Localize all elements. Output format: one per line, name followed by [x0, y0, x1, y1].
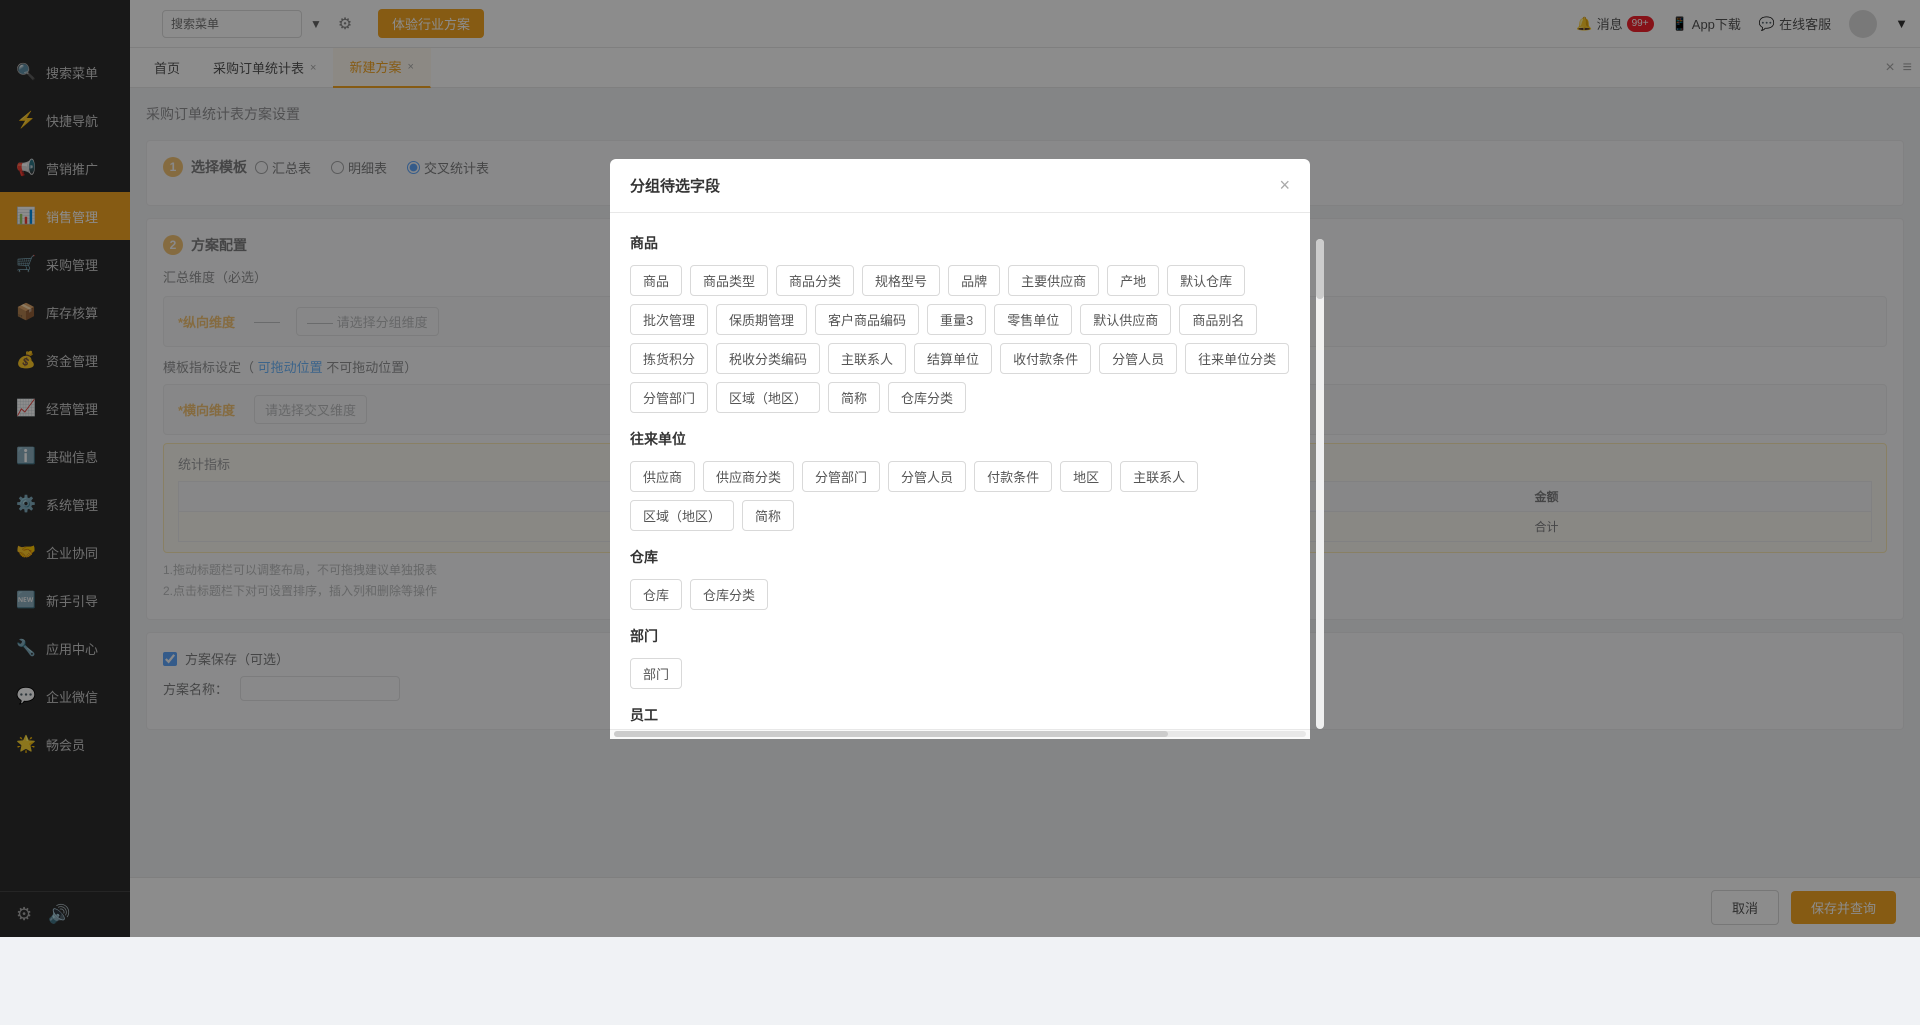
modal-body: 商品 商品 商品类型 商品分类 规格型号 品牌 主要供应商 产地 默认仓库 批次…	[610, 213, 1310, 730]
section-title-partner: 往来单位	[630, 429, 1290, 449]
modal-title: 分组待选字段	[630, 175, 720, 196]
field-grid-dept: 部门	[630, 658, 1290, 689]
field-tag[interactable]: 收付款条件	[1000, 343, 1091, 374]
hscroll-track	[614, 731, 1306, 737]
modal-vscroll-thumb[interactable]	[1316, 239, 1324, 299]
modal-hscroll[interactable]	[610, 729, 1310, 738]
field-tag[interactable]: 区域（地区）	[630, 500, 734, 531]
field-tag[interactable]: 产地	[1107, 265, 1159, 296]
field-tag[interactable]: 分管部门	[630, 382, 708, 413]
section-title-warehouse: 仓库	[630, 547, 1290, 567]
field-tag[interactable]: 默认供应商	[1080, 304, 1171, 335]
field-tag[interactable]: 简称	[742, 500, 794, 531]
field-tag[interactable]: 品牌	[948, 265, 1000, 296]
section-title-dept: 部门	[630, 626, 1290, 646]
field-tag[interactable]: 零售单位	[994, 304, 1072, 335]
field-tag[interactable]: 供应商分类	[703, 461, 794, 492]
section-title-employee: 员工	[630, 705, 1290, 725]
field-tag[interactable]: 分管人员	[1099, 343, 1177, 374]
field-tag[interactable]: 保质期管理	[716, 304, 807, 335]
field-tag[interactable]: 主要供应商	[1008, 265, 1099, 296]
field-tag[interactable]: 默认仓库	[1167, 265, 1245, 296]
modal-dialog: 分组待选字段 × 商品 商品 商品类型 商品分类 规格型号 品牌 主要供应商 产…	[610, 159, 1310, 739]
field-tag[interactable]: 拣货积分	[630, 343, 708, 374]
field-tag[interactable]: 商品分类	[776, 265, 854, 296]
modal-close-button[interactable]: ×	[1279, 175, 1290, 196]
field-tag[interactable]: 主联系人	[828, 343, 906, 374]
field-tag[interactable]: 商品	[630, 265, 682, 296]
field-tag[interactable]: 主联系人	[1120, 461, 1198, 492]
field-grid-partner: 供应商 供应商分类 分管部门 分管人员 付款条件 地区 主联系人 区域（地区） …	[630, 461, 1290, 531]
section-title-goods: 商品	[630, 233, 1290, 253]
field-tag[interactable]: 重量3	[927, 304, 986, 335]
field-tag[interactable]: 客户商品编码	[815, 304, 919, 335]
field-tag[interactable]: 税收分类编码	[716, 343, 820, 374]
field-tag[interactable]: 商品别名	[1179, 304, 1257, 335]
field-grid-warehouse: 仓库 仓库分类	[630, 579, 1290, 610]
field-tag[interactable]: 批次管理	[630, 304, 708, 335]
field-tag[interactable]: 区域（地区）	[716, 382, 820, 413]
field-tag[interactable]: 往来单位分类	[1185, 343, 1289, 374]
field-tag[interactable]: 结算单位	[914, 343, 992, 374]
field-tag[interactable]: 供应商	[630, 461, 695, 492]
field-tag[interactable]: 地区	[1060, 461, 1112, 492]
field-tag[interactable]: 仓库分类	[690, 579, 768, 610]
field-grid-goods: 商品 商品类型 商品分类 规格型号 品牌 主要供应商 产地 默认仓库 批次管理 …	[630, 265, 1290, 413]
modal-header: 分组待选字段 ×	[610, 159, 1310, 213]
field-tag[interactable]: 仓库分类	[888, 382, 966, 413]
field-tag[interactable]: 分管人员	[888, 461, 966, 492]
modal-overlay: 分组待选字段 × 商品 商品 商品类型 商品分类 规格型号 品牌 主要供应商 产…	[0, 0, 1920, 937]
modal-vscroll-track[interactable]	[1316, 239, 1324, 729]
field-tag[interactable]: 商品类型	[690, 265, 768, 296]
field-tag[interactable]: 分管部门	[802, 461, 880, 492]
field-tag[interactable]: 规格型号	[862, 265, 940, 296]
field-tag[interactable]: 付款条件	[974, 461, 1052, 492]
field-tag[interactable]: 简称	[828, 382, 880, 413]
field-tag[interactable]: 部门	[630, 658, 682, 689]
field-tag[interactable]: 仓库	[630, 579, 682, 610]
hscroll-thumb	[614, 731, 1168, 737]
